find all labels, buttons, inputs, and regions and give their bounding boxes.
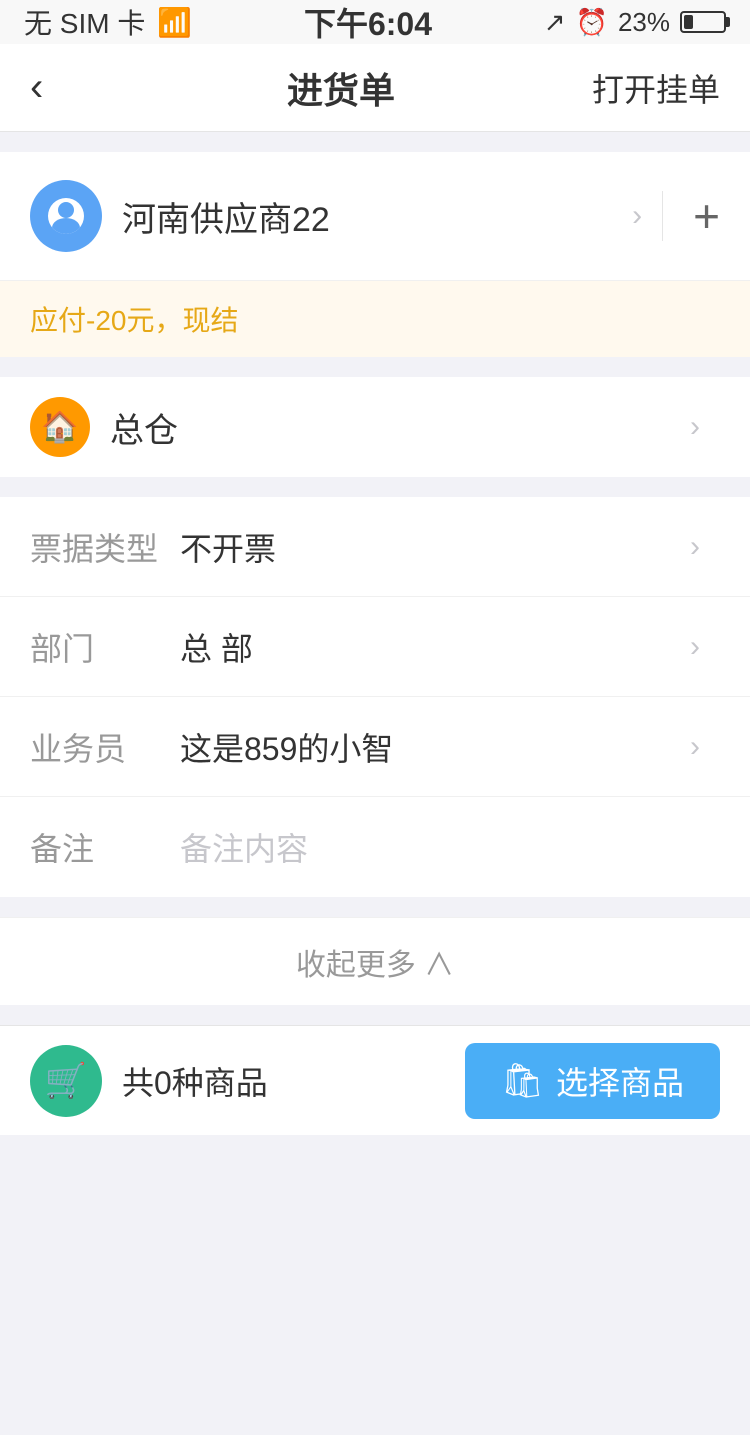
invoice-type-value: 不开票 (180, 524, 690, 570)
remark-label: 备注 (30, 824, 180, 870)
department-label: 部门 (30, 624, 180, 670)
select-goods-button[interactable]: 🛍 选择商品 (465, 1043, 720, 1119)
department-row[interactable]: 部门 总 部 › (0, 597, 750, 697)
supplier-avatar (30, 180, 102, 252)
back-button[interactable]: ‹ (30, 65, 90, 110)
select-goods-label: 选择商品 (556, 1058, 684, 1104)
salesperson-row[interactable]: 业务员 这是859的小智 › (0, 697, 750, 797)
department-chevron-icon: › (690, 630, 700, 664)
warehouse-icon: 🏠 (41, 410, 78, 445)
department-value: 总 部 (180, 624, 690, 670)
location-icon: ↗ (544, 7, 566, 38)
notice-text: 应付-20元，现结 (30, 305, 238, 336)
open-pending-button[interactable]: 打开挂单 (592, 65, 720, 111)
status-right: ↗ ⏰ 23% (544, 7, 726, 38)
warehouse-chevron-icon: › (690, 410, 700, 444)
cart-icon: 🛒 (45, 1061, 87, 1101)
warehouse-section: 🏠 总仓 › (0, 377, 750, 477)
salesperson-value: 这是859的小智 (180, 724, 690, 770)
warehouse-icon-wrap: 🏠 (30, 397, 90, 457)
bottom-icon-wrap: 🛒 (30, 1045, 102, 1117)
battery-percent: 23% (618, 7, 670, 38)
salesperson-label: 业务员 (30, 724, 180, 770)
invoice-type-row[interactable]: 票据类型 不开票 › (0, 497, 750, 597)
carrier-text: 无 SIM 卡 (24, 2, 145, 42)
select-goods-icon: 🛍 (501, 1061, 544, 1101)
warehouse-row[interactable]: 🏠 总仓 › (0, 377, 750, 477)
status-left: 无 SIM 卡 📶 (24, 2, 192, 42)
add-button[interactable]: + (693, 193, 720, 239)
bottom-bar: 🛒 共0种商品 🛍 选择商品 (0, 1025, 750, 1135)
remark-row[interactable]: 备注 备注内容 (0, 797, 750, 897)
warehouse-name: 总仓 (110, 403, 690, 452)
form-section: 票据类型 不开票 › 部门 总 部 › 业务员 这是859的小智 › 备注 备注… (0, 497, 750, 897)
battery-icon (680, 11, 726, 33)
remark-placeholder: 备注内容 (180, 824, 720, 870)
invoice-type-label: 票据类型 (30, 524, 180, 570)
gray-background (0, 1135, 750, 1435)
avatar-icon (48, 198, 84, 234)
collapse-row[interactable]: 收起更多 ∧ (0, 917, 750, 1005)
supplier-row[interactable]: 河南供应商22 › + (0, 152, 750, 281)
page-title: 进货单 (287, 62, 395, 114)
status-bar: 无 SIM 卡 📶 下午6:04 ↗ ⏰ 23% (0, 0, 750, 44)
alarm-icon: ⏰ (576, 7, 608, 38)
wifi-icon: 📶 (157, 6, 192, 39)
goods-count-text: 共0种商品 (122, 1058, 465, 1104)
status-time: 下午6:04 (304, 0, 432, 45)
notice-bar: 应付-20元，现结 (0, 281, 750, 357)
vertical-divider (662, 191, 663, 241)
section-gap-1 (0, 132, 750, 152)
nav-bar: ‹ 进货单 打开挂单 (0, 44, 750, 132)
supplier-section: 河南供应商22 › + 应付-20元，现结 (0, 152, 750, 357)
collapse-text: 收起更多 ∧ (296, 940, 454, 984)
supplier-chevron-icon: › (632, 199, 642, 233)
invoice-chevron-icon: › (690, 530, 700, 564)
salesperson-chevron-icon: › (690, 730, 700, 764)
supplier-name: 河南供应商22 (122, 192, 632, 241)
